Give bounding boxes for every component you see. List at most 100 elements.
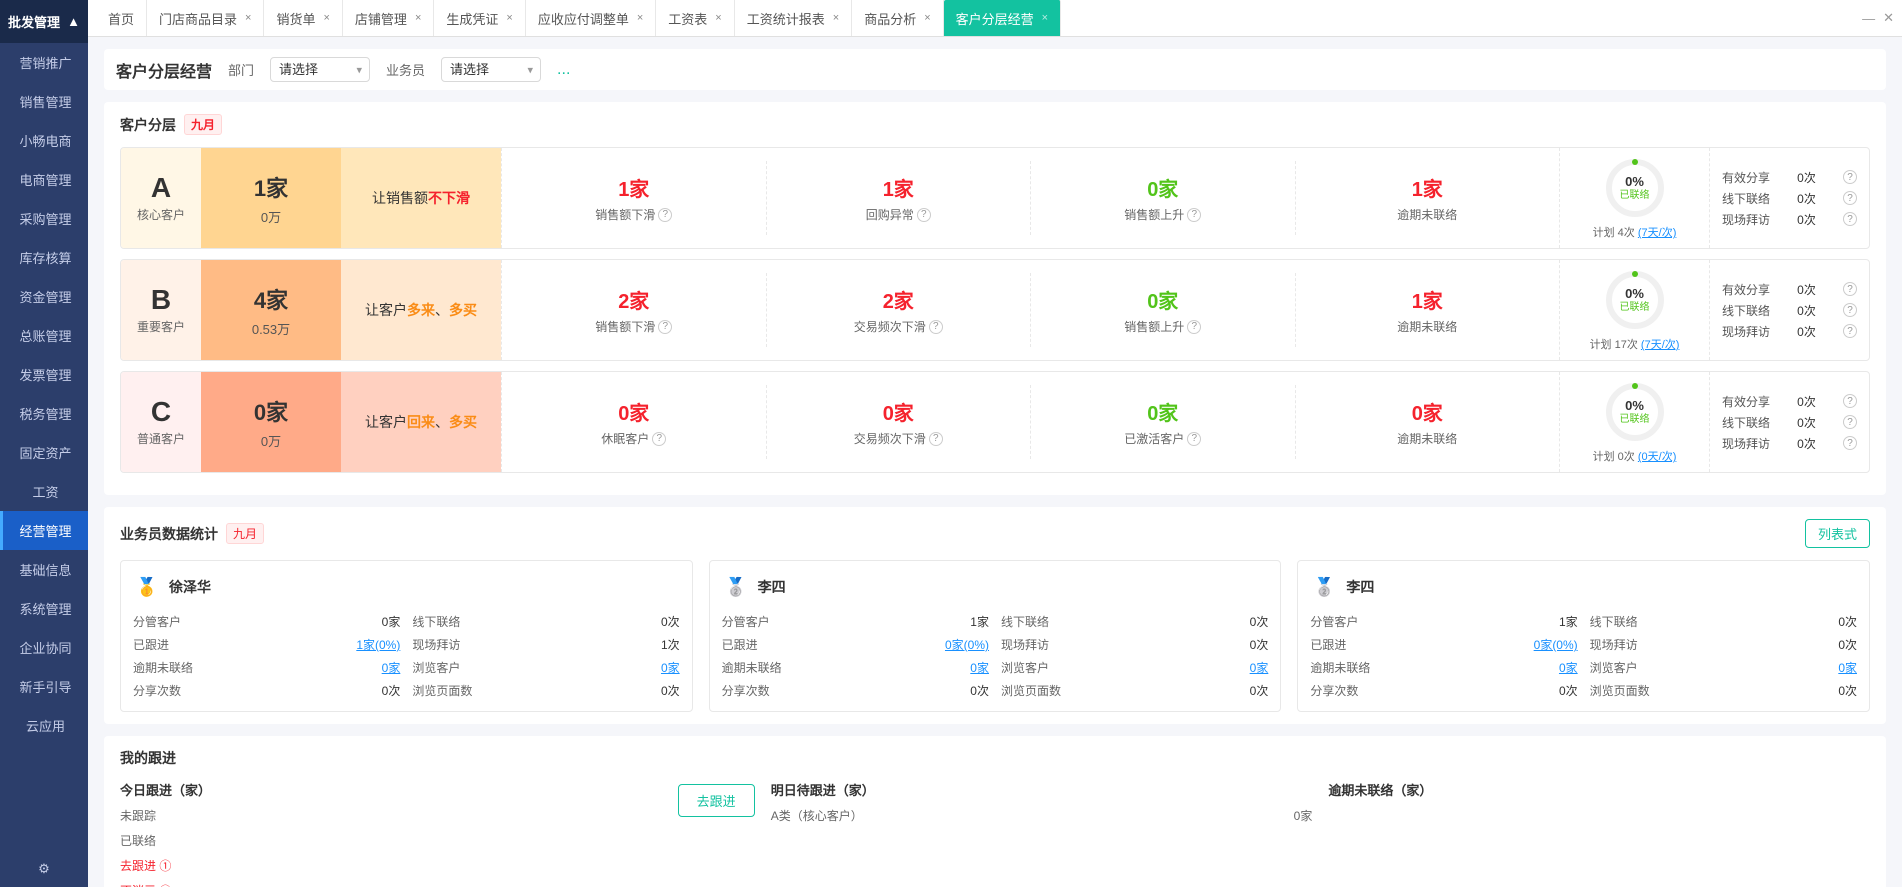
tier-B-stat2[interactable]: 2家 交易频次下滑 ? [767, 273, 1032, 347]
sidebar-item-13[interactable]: 基础信息 [0, 550, 88, 589]
more-button[interactable]: ... [557, 61, 570, 79]
tab-8[interactable]: 商品分析× [852, 0, 943, 36]
sidebar-item-4[interactable]: 采购管理 [0, 199, 88, 238]
tomorrow-followup-col: 明日待跟进（家） A类（核心客户） 0家 [771, 780, 1313, 828]
salesperson-card-1: 🥈 李四 分管客户 1家 已跟进 0家(0%) 逾期未联络 0家 分享次数 0次… [709, 560, 1282, 712]
tab-2[interactable]: 销货单× [264, 0, 342, 36]
sp-stat-left: 分管客户 1家 [1310, 613, 1577, 630]
gear-icon: ⚙ [38, 861, 50, 876]
tier-B-stat3[interactable]: 0家 销售额上升 ? [1031, 273, 1296, 347]
window-close-icon[interactable]: ✕ [1883, 10, 1894, 26]
biz-month-badge: 九月 [226, 523, 264, 544]
sidebar-item-0[interactable]: 营销推广 [0, 43, 88, 82]
sp-header-2: 🥈 李四 [1310, 573, 1857, 601]
sp-stats-right-2: 线下联络 0次 现场拜访 0次 浏览客户 0家 浏览页面数 0次 [1590, 613, 1857, 699]
staff-select[interactable]: 请选择 [441, 57, 541, 82]
sidebar-settings[interactable]: ⚙ [0, 851, 88, 887]
sidebar-item-2[interactable]: 小畅电商 [0, 121, 88, 160]
today-row-3: 去跟进 ① [120, 857, 662, 874]
biz-title: 业务员数据统计 [120, 524, 218, 544]
tab-0[interactable]: 首页 [96, 0, 147, 36]
tab-close-8[interactable]: × [924, 12, 930, 24]
sidebar-item-7[interactable]: 总账管理 [0, 316, 88, 355]
tier-C-stat2[interactable]: 0家 交易频次下滑 ? [767, 385, 1032, 459]
sidebar-item-17[interactable]: 云应用 [0, 706, 88, 745]
customer-month-badge: 九月 [184, 114, 222, 135]
tab-3[interactable]: 店铺管理× [343, 0, 434, 36]
sp-stats-left-2: 分管客户 1家 已跟进 0家(0%) 逾期未联络 0家 分享次数 0次 [1310, 613, 1577, 699]
sidebar-item-8[interactable]: 发票管理 [0, 355, 88, 394]
tier-C-stat3[interactable]: 0家 已激活客户 ? [1031, 385, 1296, 459]
sidebar-collapse-icon[interactable]: ▲ [67, 14, 80, 29]
sp-name-2: 李四 [1346, 577, 1374, 597]
sp-stats-grid-1: 分管客户 1家 已跟进 0家(0%) 逾期未联络 0家 分享次数 0次 线下联络… [722, 613, 1269, 699]
sidebar-item-10[interactable]: 固定资产 [0, 433, 88, 472]
tier-A-stat3[interactable]: 0家 销售额上升 ? [1031, 161, 1296, 235]
tier-B-circle: 0% 已联络 计划 17次 (7天/次) [1559, 260, 1709, 360]
sidebar-item-11[interactable]: 工资 [0, 472, 88, 511]
tab-close-9[interactable]: × [1042, 12, 1048, 24]
sp-stat-right: 浏览客户 0家 [1001, 659, 1268, 676]
list-view-button[interactable]: 列表式 [1805, 519, 1870, 548]
sidebar-item-12[interactable]: 经营管理 [0, 511, 88, 550]
tab-close-7[interactable]: × [833, 12, 839, 24]
filter-bar: 客户分层经营 部门 请选择 业务员 请选择 ... [104, 49, 1886, 90]
tier-B-right-stats: 有效分享 0次 ? 线下联络 0次 ? 现场拜访 0次 ? [1709, 260, 1869, 360]
tab-close-2[interactable]: × [323, 12, 329, 24]
tier-A-stat2[interactable]: 1家 回购异常 ? [767, 161, 1032, 235]
sidebar-item-9[interactable]: 税务管理 [0, 394, 88, 433]
tab-9[interactable]: 客户分层经营× [944, 0, 1061, 36]
sp-stat-left: 已跟进 0家(0%) [1310, 636, 1577, 653]
tier-C-stat4[interactable]: 0家 逾期未联络 [1296, 385, 1560, 459]
tab-4[interactable]: 生成凭证× [434, 0, 525, 36]
sidebar-item-6[interactable]: 资金管理 [0, 277, 88, 316]
sp-stats-left-0: 分管客户 0家 已跟进 1家(0%) 逾期未联络 0家 分享次数 0次 [133, 613, 400, 699]
followup-grid: 今日跟进（家） 未跟踪 已联络 去跟进 ① [120, 780, 1870, 887]
tier-C-stat1[interactable]: 0家 休眠客户 ? [502, 385, 767, 459]
sidebar-title: 批发管理 [8, 12, 60, 31]
tier-B-stat1[interactable]: 2家 销售额下滑 ? [502, 273, 767, 347]
tier-C-label: C 普通客户 [121, 372, 201, 472]
tier-A-label: A 核心客户 [121, 148, 201, 248]
tab-close-3[interactable]: × [415, 12, 421, 24]
sp-stat-right: 浏览页面数 0次 [1590, 682, 1857, 699]
biz-stats-section: 业务员数据统计 九月 列表式 🥇 徐泽华 分管客户 0家 已跟进 1家(0%) … [104, 507, 1886, 724]
tab-close-4[interactable]: × [506, 12, 512, 24]
goto-followup-button[interactable]: 去跟进 [678, 784, 755, 817]
salesperson-card-0: 🥇 徐泽华 分管客户 0家 已跟进 1家(0%) 逾期未联络 0家 分享次数 0… [120, 560, 693, 712]
sidebar-item-14[interactable]: 系统管理 [0, 589, 88, 628]
tab-close-1[interactable]: × [245, 12, 251, 24]
tab-6[interactable]: 工资表× [656, 0, 734, 36]
content-area: 客户分层经营 部门 请选择 业务员 请选择 ... 客户分层 九月 [88, 37, 1902, 887]
today-row-4: 不消亏 ① [120, 882, 662, 887]
sidebar-item-16[interactable]: 新手引导 [0, 667, 88, 706]
sp-stat-right: 线下联络 0次 [1001, 613, 1268, 630]
sidebar-header: 批发管理 ▲ [0, 0, 88, 43]
tier-C-right-stats: 有效分享 0次 ? 线下联络 0次 ? 现场拜访 0次 ? [1709, 372, 1869, 472]
sp-stat-left: 逾期未联络 0家 [1310, 659, 1577, 676]
tier-row-C: C 普通客户 0家 0万 让客户回来、多买 0家 休眠客户 ? 0家 交易频次下… [120, 371, 1870, 473]
tier-A-count: 1家 0万 [201, 148, 341, 248]
tier-A-stat4[interactable]: 1家 逾期未联络 [1296, 161, 1560, 235]
overdue-followup-col: 逾期未联络（家） [1328, 780, 1870, 807]
tab-close-5[interactable]: × [637, 12, 643, 24]
tier-row-A: A 核心客户 1家 0万 让销售额不下滑 1家 销售额下滑 ? 1家 回购异常 … [120, 147, 1870, 249]
sidebar-item-1[interactable]: 销售管理 [0, 82, 88, 121]
sidebar-item-3[interactable]: 电商管理 [0, 160, 88, 199]
page-title: 客户分层经营 [116, 58, 212, 82]
dept-select[interactable]: 请选择 [270, 57, 370, 82]
tier-A-stat1[interactable]: 1家 销售额下滑 ? [502, 161, 767, 235]
tab-7[interactable]: 工资统计报表× [735, 0, 852, 36]
window-minimize-icon[interactable]: — [1862, 11, 1875, 26]
tab-5[interactable]: 应收应付调整单× [526, 0, 656, 36]
sidebar-item-15[interactable]: 企业协同 [0, 628, 88, 667]
sp-stat-right: 浏览客户 0家 [412, 659, 679, 676]
tier-B-stat4[interactable]: 1家 逾期未联络 [1296, 273, 1560, 347]
sp-medal-1: 🥈 [722, 573, 750, 601]
tab-close-6[interactable]: × [715, 12, 721, 24]
tab-1[interactable]: 门店商品目录× [147, 0, 264, 36]
sidebar-item-5[interactable]: 库存核算 [0, 238, 88, 277]
sp-stat-right: 线下联络 0次 [412, 613, 679, 630]
tier-A-stats: 1家 销售额下滑 ? 1家 回购异常 ? 0家 销售额上升 ? 1家 逾期未联络 [501, 148, 1559, 248]
sp-medal-0: 🥇 [133, 573, 161, 601]
